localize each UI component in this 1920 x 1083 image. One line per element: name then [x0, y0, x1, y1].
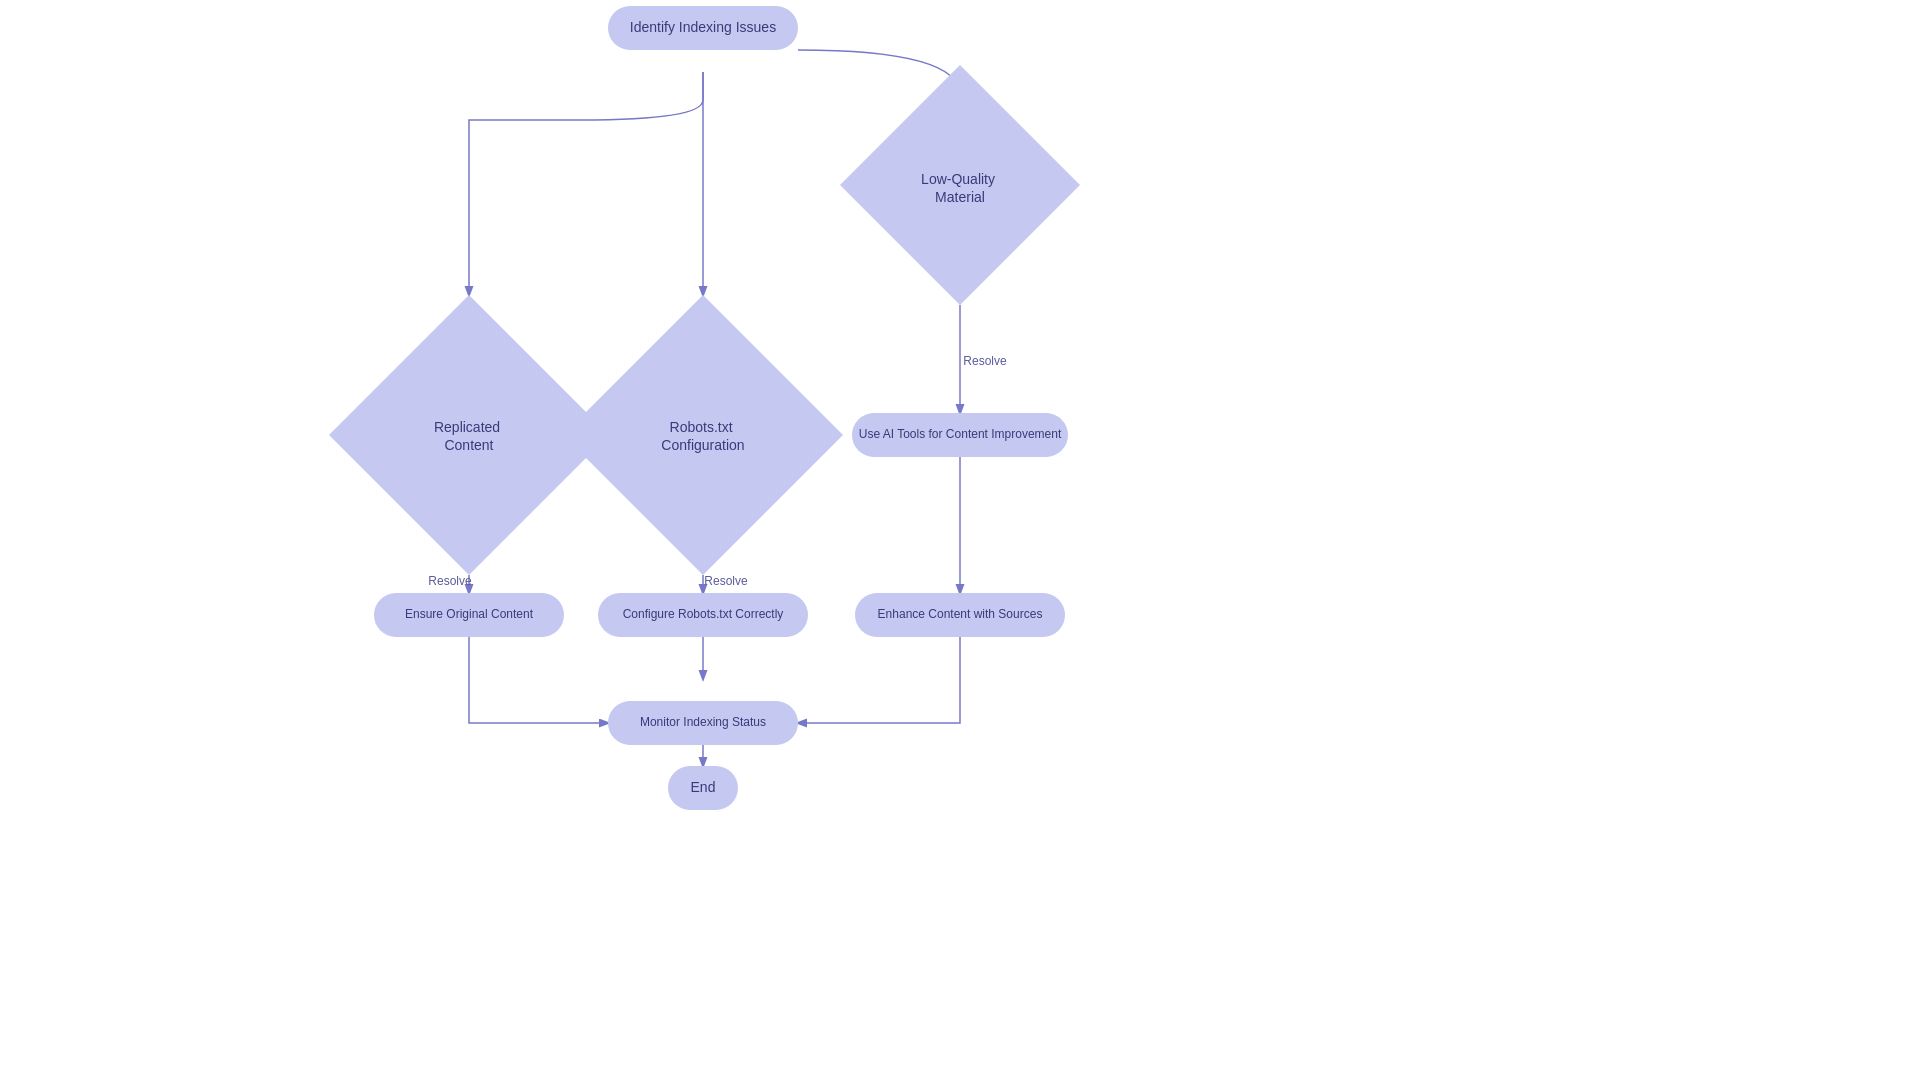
identify-node: Identify Indexing Issues	[608, 6, 798, 50]
configure-robots-node: Configure Robots.txt Correctly	[598, 593, 808, 637]
monitor-node: Monitor Indexing Status	[608, 701, 798, 745]
ai-tools-node: Use AI Tools for Content Improvement	[852, 413, 1068, 457]
monitor-label: Monitor Indexing Status	[640, 715, 766, 729]
configure-robots-label: Configure Robots.txt Correctly	[623, 607, 784, 621]
ai-tools-label: Use AI Tools for Content Improvement	[859, 427, 1062, 441]
identify-label: Identify Indexing Issues	[630, 19, 776, 35]
enhance-content-label: Enhance Content with Sources	[878, 607, 1043, 621]
resolve-label-left: Resolve	[428, 574, 472, 588]
end-label: End	[691, 779, 716, 795]
enhance-content-node: Enhance Content with Sources	[855, 593, 1065, 637]
robots-node: Robots.txt Configuration	[563, 295, 843, 575]
ensure-original-label: Ensure Original Content	[405, 607, 534, 621]
flowchart: Resolve Resolve Resolve Identify Indexin…	[0, 0, 1920, 1083]
ensure-original-node: Ensure Original Content	[374, 593, 564, 637]
svg-marker-4	[563, 295, 843, 575]
resolve-label-right: Resolve	[963, 354, 1007, 368]
end-node: End	[668, 766, 738, 810]
resolve-label-center: Resolve	[704, 574, 748, 588]
low-quality-node: Low-Quality Material	[840, 65, 1080, 305]
